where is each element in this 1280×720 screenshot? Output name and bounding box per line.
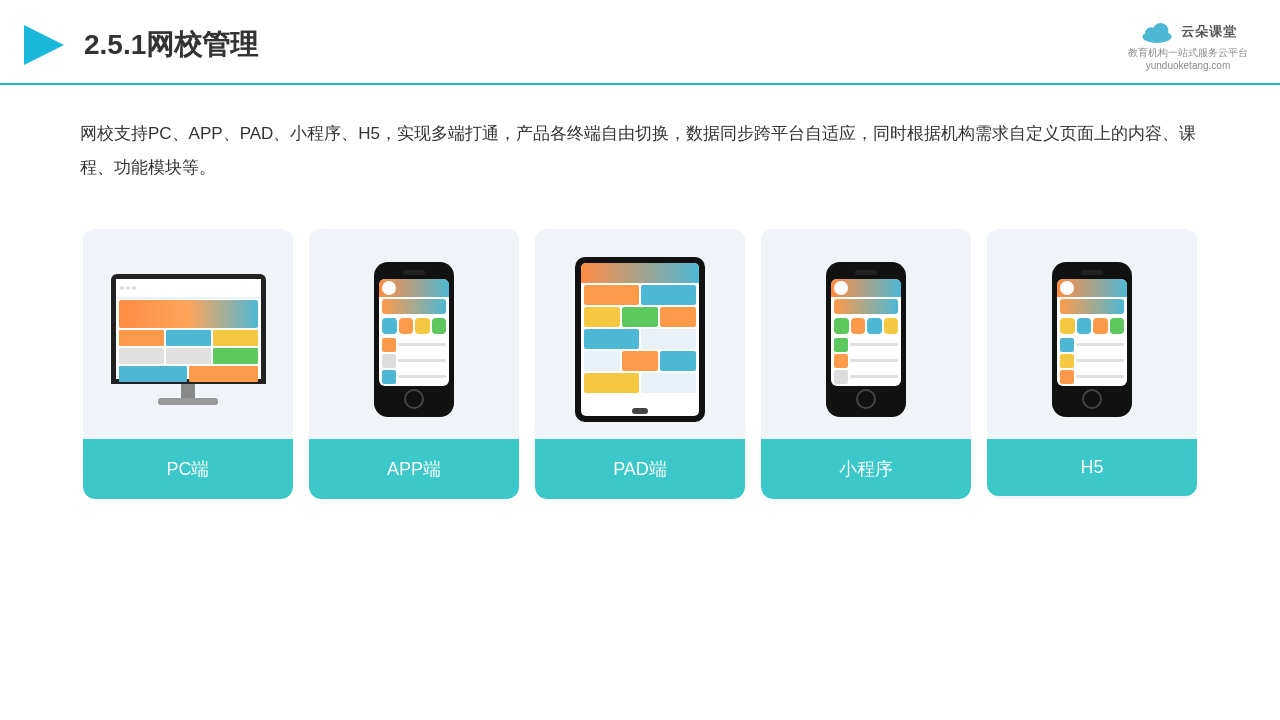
card-app: APP端 <box>309 229 519 499</box>
cards-container: PC端 <box>0 205 1280 519</box>
logo-sub: 教育机构一站式服务云平台 <box>1128 46 1248 60</box>
logo-area: 云朵课堂 教育机构一站式服务云平台 yunduoketang.com <box>1128 18 1248 71</box>
logo-name: 云朵课堂 <box>1181 23 1237 41</box>
card-app-label: APP端 <box>309 439 519 499</box>
phone-miniprogram <box>826 262 906 417</box>
page-header: 2.5.1网校管理 云朵课堂 教育机构一站式服务云平台 yunduoketang… <box>0 0 1280 85</box>
card-pc-image <box>83 229 293 439</box>
logo-url: yunduoketang.com <box>1146 60 1231 71</box>
svg-point-4 <box>1143 31 1172 43</box>
card-miniprogram-image <box>761 229 971 439</box>
card-pc-label: PC端 <box>83 439 293 499</box>
logo-cloud: 云朵课堂 <box>1139 18 1237 46</box>
page-title: 2.5.1网校管理 <box>84 26 258 64</box>
svg-marker-0 <box>24 25 64 65</box>
card-h5: H5 <box>987 229 1197 499</box>
card-h5-label: H5 <box>987 439 1197 496</box>
card-pad-label: PAD端 <box>535 439 745 499</box>
card-pad-image <box>535 229 745 439</box>
phone-h5 <box>1052 262 1132 417</box>
play-icon <box>20 21 68 69</box>
phone-app <box>374 262 454 417</box>
card-app-image <box>309 229 519 439</box>
tablet-pad <box>575 257 705 422</box>
description-text: 网校支持PC、APP、PAD、小程序、H5，实现多端打通，产品各终端自由切换，数… <box>0 85 1280 205</box>
header-left: 2.5.1网校管理 <box>20 21 258 69</box>
card-h5-image <box>987 229 1197 439</box>
card-miniprogram-label: 小程序 <box>761 439 971 499</box>
card-pad: PAD端 <box>535 229 745 499</box>
card-pc: PC端 <box>83 229 293 499</box>
card-miniprogram: 小程序 <box>761 229 971 499</box>
cloud-icon <box>1139 18 1175 46</box>
pc-monitor <box>111 274 266 405</box>
